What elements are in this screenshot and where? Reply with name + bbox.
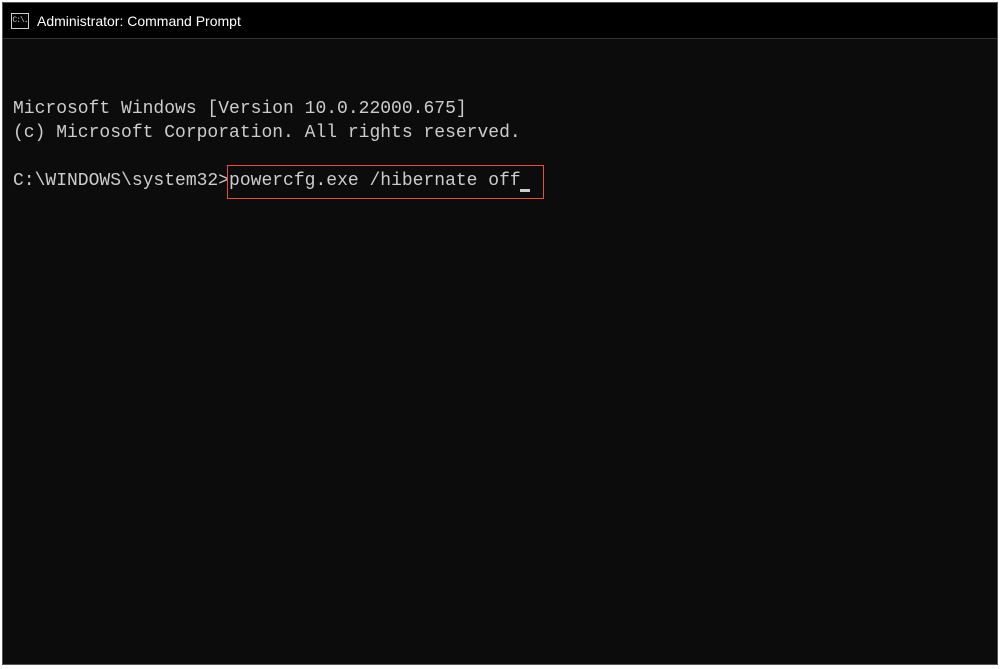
blank-line — [13, 145, 987, 169]
typed-command: powercfg.exe /hibernate off — [229, 171, 521, 191]
window-title: Administrator: Command Prompt — [37, 13, 241, 29]
title-bar[interactable]: C:\. Administrator: Command Prompt — [3, 3, 997, 39]
text-cursor — [520, 189, 530, 192]
version-text: Microsoft Windows [Version 10.0.22000.67… — [13, 97, 987, 121]
command-prompt-window: C:\. Administrator: Command Prompt Micro… — [2, 2, 998, 665]
cmd-icon-text: C:\. — [12, 16, 27, 25]
command-line: C:\WINDOWS\system32>powercfg.exe /hibern… — [13, 169, 987, 193]
command-highlight-region: powercfg.exe /hibernate off — [229, 169, 530, 193]
cmd-icon: C:\. — [11, 13, 29, 29]
copyright-text: (c) Microsoft Corporation. All rights re… — [13, 121, 987, 145]
prompt-path: C:\WINDOWS\system32> — [13, 171, 229, 191]
terminal-area[interactable]: Microsoft Windows [Version 10.0.22000.67… — [3, 39, 997, 664]
